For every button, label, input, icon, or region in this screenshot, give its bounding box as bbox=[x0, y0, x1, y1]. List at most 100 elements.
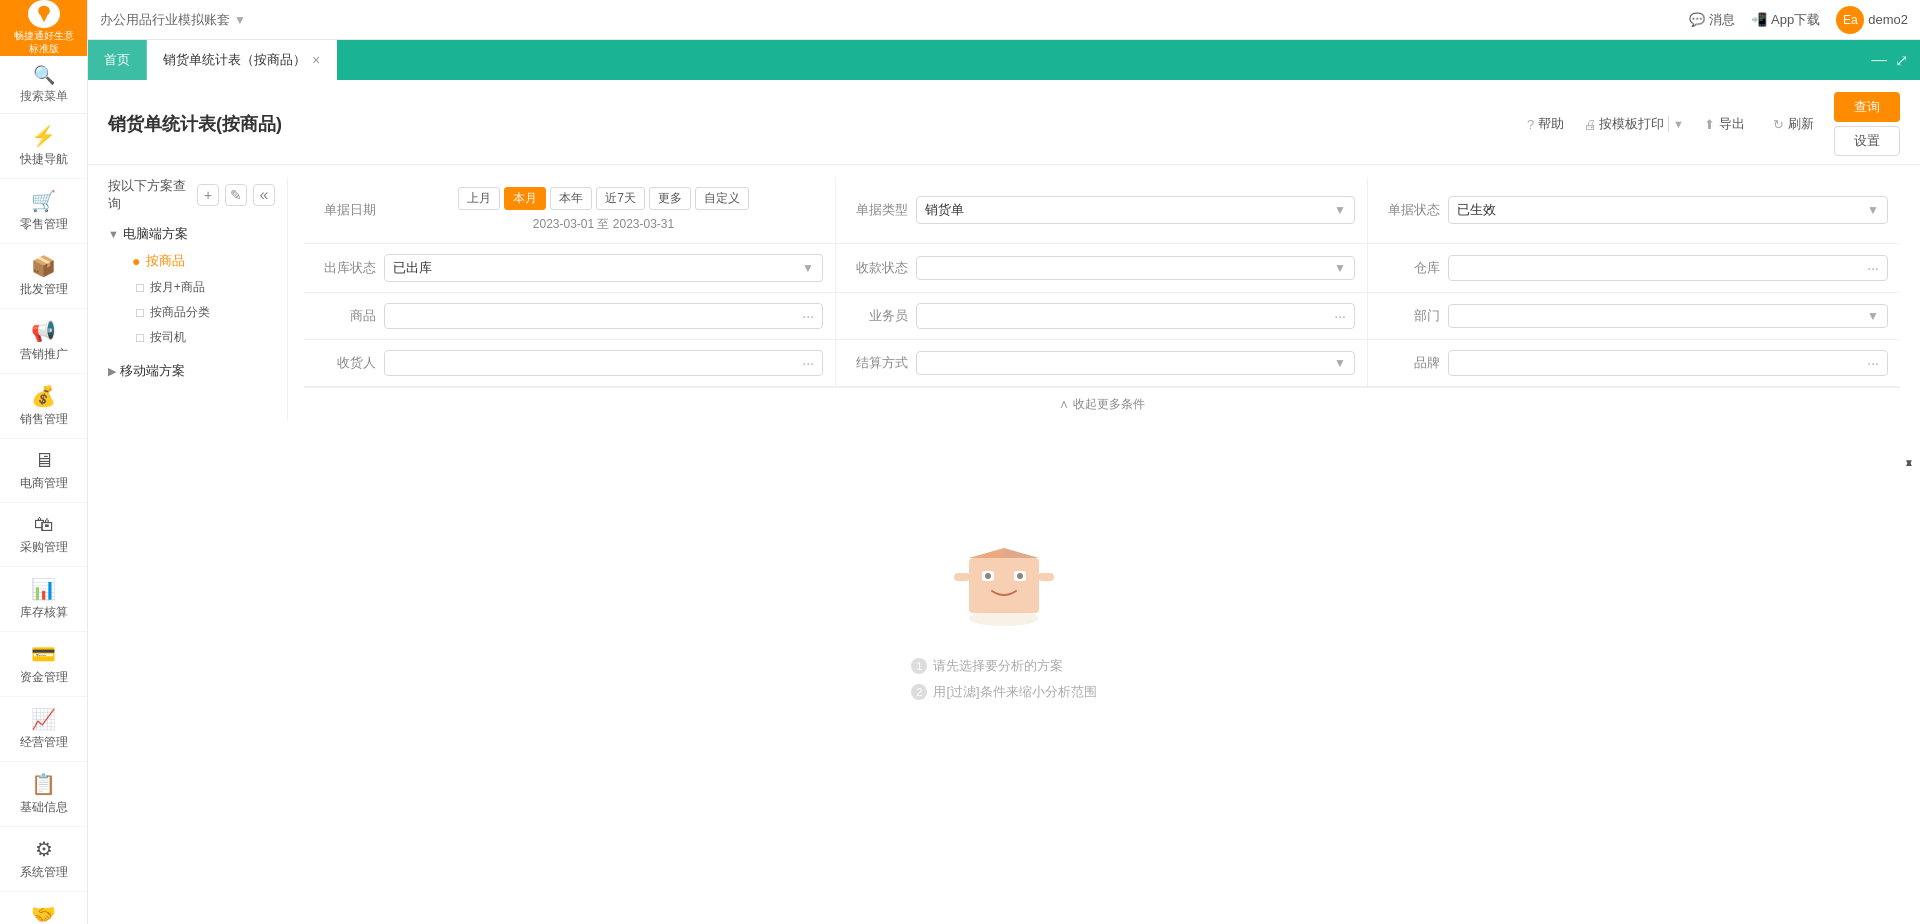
tab-minimize-icon[interactable]: — bbox=[1871, 51, 1887, 69]
scheme-sub-icon3: □ bbox=[136, 330, 144, 345]
department-select[interactable]: ▼ bbox=[1448, 304, 1888, 328]
tab-close-icon[interactable]: × bbox=[312, 52, 320, 68]
sidebar-item-wholesale[interactable]: 📦 批发管理 ▲ bbox=[0, 244, 87, 309]
marketing-icon: 📢 bbox=[31, 319, 56, 343]
tabs-bar: 首页 销货单统计表（按商品） × — ⤢ bbox=[88, 40, 1920, 80]
message-button[interactable]: 💬 消息 bbox=[1689, 11, 1735, 29]
tab-active[interactable]: 销货单统计表（按商品） × bbox=[147, 40, 337, 80]
breadcrumb-text: 办公用品行业模拟账套 bbox=[100, 11, 230, 29]
product-input[interactable]: ··· bbox=[384, 303, 823, 329]
brand-dots-icon[interactable]: ··· bbox=[1867, 355, 1879, 371]
sidebar-item-quicknav[interactable]: ⚡ 快捷导航 bbox=[0, 114, 87, 179]
filter-product-field: 商品 ··· bbox=[304, 293, 836, 339]
sidebar-item-purchase[interactable]: 🛍 采购管理 bbox=[0, 503, 87, 567]
receivestatus-select[interactable]: ▼ bbox=[916, 256, 1355, 280]
settings-button[interactable]: 设置 bbox=[1834, 126, 1900, 156]
sidebar-item-finance[interactable]: 💳 资金管理 bbox=[0, 632, 87, 697]
filter-outstatus-field: 出库状态 已出库 ▼ bbox=[304, 244, 836, 292]
date-this-month-btn[interactable]: 本月 bbox=[504, 187, 546, 210]
search-menu-item[interactable]: 🔍 搜索菜单 bbox=[0, 56, 87, 114]
app-download-label: App下载 bbox=[1771, 11, 1820, 29]
basic-label: 基础信息 bbox=[20, 799, 68, 816]
add-scheme-icon[interactable]: + bbox=[197, 184, 219, 206]
scheme-panel-title: 按以下方案查询 + ✎ « bbox=[108, 177, 275, 213]
sidebar-item-retail[interactable]: 🛒 零售管理 ▼ bbox=[0, 179, 87, 244]
mobile-scheme-header[interactable]: ▶ 移动端方案 bbox=[108, 358, 275, 384]
sidebar-item-marketing[interactable]: 📢 营销推广 bbox=[0, 309, 87, 374]
date-more-btn[interactable]: 更多 bbox=[649, 187, 691, 210]
department-arrow-icon: ▼ bbox=[1867, 309, 1879, 323]
outstatus-arrow-icon: ▼ bbox=[802, 261, 814, 275]
date-this-year-btn[interactable]: 本年 bbox=[550, 187, 592, 210]
scheme-item-label: 按商品 bbox=[146, 252, 185, 270]
scheme-item-product[interactable]: ● 按商品 bbox=[116, 247, 275, 275]
brand-input[interactable]: ··· bbox=[1448, 350, 1888, 376]
sidebar-item-inventory[interactable]: 📊 库存核算 bbox=[0, 567, 87, 632]
search-icon: 🔍 bbox=[33, 64, 55, 86]
app-download-button[interactable]: 📲 App下载 bbox=[1751, 11, 1820, 29]
settlement-label: 结算方式 bbox=[848, 354, 908, 372]
user-menu[interactable]: Ea demo2 bbox=[1836, 6, 1908, 34]
tab-maximize-icon[interactable]: ⤢ bbox=[1895, 51, 1908, 70]
svg-rect-1 bbox=[969, 558, 1039, 613]
sales-icon: 💰 bbox=[31, 384, 56, 408]
collapse-bar[interactable]: ∧ 收起更多条件 bbox=[304, 387, 1900, 421]
sidebar-item-cooperation[interactable]: 🤝 企业协同 bbox=[0, 892, 87, 924]
cooperation-icon: 🤝 bbox=[31, 902, 56, 924]
date-7days-btn[interactable]: 近7天 bbox=[596, 187, 645, 210]
page-content: 销货单统计表(按商品) ? 帮助 🖨 按模板打印 ▼ ⬆ 导出 bbox=[88, 80, 1920, 924]
scheme-icons: + ✎ « bbox=[197, 184, 275, 206]
tab-home[interactable]: 首页 bbox=[88, 40, 147, 80]
scheme-item-month-product[interactable]: □ 按月+商品 bbox=[116, 275, 275, 300]
sidebar-item-ecommerce[interactable]: 🖥 电商管理 bbox=[0, 439, 87, 503]
page-header-actions: ? 帮助 🖨 按模板打印 ▼ ⬆ 导出 ↻ 刷新 bbox=[1519, 92, 1900, 156]
query-button[interactable]: 查询 bbox=[1834, 92, 1900, 122]
finance-icon: 💳 bbox=[31, 642, 56, 666]
scheme-item-category[interactable]: □ 按商品分类 bbox=[116, 300, 275, 325]
outstatus-select[interactable]: 已出库 ▼ bbox=[384, 254, 823, 282]
export-button[interactable]: ⬆ 导出 bbox=[1696, 111, 1753, 137]
date-prev-month-btn[interactable]: 上月 bbox=[458, 187, 500, 210]
filter-warehouse-field: 仓库 ··· bbox=[1368, 244, 1900, 292]
docstatus-select[interactable]: 已生效 ▼ bbox=[1448, 196, 1888, 224]
help-button[interactable]: ? 帮助 bbox=[1519, 111, 1572, 137]
settlement-select[interactable]: ▼ bbox=[916, 351, 1355, 375]
refresh-button[interactable]: ↻ 刷新 bbox=[1765, 111, 1822, 137]
doctype-arrow-icon: ▼ bbox=[1334, 203, 1346, 217]
recipient-dots-icon[interactable]: ··· bbox=[802, 355, 814, 371]
salesperson-input[interactable]: ··· bbox=[916, 303, 1355, 329]
date-custom-btn[interactable]: 自定义 bbox=[695, 187, 749, 210]
sidebar-item-sales[interactable]: 💰 销售管理 bbox=[0, 374, 87, 439]
empty-state: 1 请先选择要分析的方案 2 用[过滤]条件来缩小分析范围 bbox=[88, 433, 1920, 785]
scheme-sub-label2: 按商品分类 bbox=[150, 304, 210, 321]
warehouse-dots-icon[interactable]: ··· bbox=[1867, 260, 1879, 276]
filter-salesperson-field: 业务员 ··· bbox=[836, 293, 1368, 339]
filter-row-4: 收货人 ··· 结算方式 ▼ bbox=[304, 340, 1900, 387]
product-dots-icon[interactable]: ··· bbox=[802, 308, 814, 324]
scheme-item-driver[interactable]: □ 按司机 bbox=[116, 325, 275, 350]
warehouse-input[interactable]: ··· bbox=[1448, 255, 1888, 281]
tip-text-2: 用[过滤]条件来缩小分析范围 bbox=[933, 679, 1096, 705]
sidebar-item-basic[interactable]: 📋 基础信息 bbox=[0, 762, 87, 827]
recipient-input[interactable]: ··· bbox=[384, 350, 823, 376]
salesperson-dots-icon[interactable]: ··· bbox=[1334, 308, 1346, 324]
quicknav-icon: ⚡ bbox=[31, 124, 56, 148]
docstatus-arrow-icon: ▼ bbox=[1867, 203, 1879, 217]
tip-text-1: 请先选择要分析的方案 bbox=[933, 653, 1063, 679]
app-logo: 畅捷通好生意 标准版 bbox=[0, 0, 88, 56]
desktop-scheme-header[interactable]: ▼ 电脑端方案 bbox=[108, 221, 275, 247]
salesperson-label: 业务员 bbox=[848, 307, 908, 325]
template-print-button[interactable]: 🖨 按模板打印 ▼ bbox=[1584, 115, 1684, 133]
print-dropdown-icon[interactable]: ▼ bbox=[1673, 118, 1684, 130]
desktop-scheme-items: ● 按商品 □ 按月+商品 □ 按商品分类 bbox=[116, 247, 275, 350]
sidebar-item-system[interactable]: ⚙ 系统管理 bbox=[0, 827, 87, 892]
sidebar-item-operations[interactable]: 📈 经营管理 bbox=[0, 697, 87, 762]
outstatus-value: 已出库 bbox=[393, 259, 432, 277]
filter-row-1: 单据日期 上月 本月 本年 近7天 更多 自定义 20 bbox=[304, 177, 1900, 244]
doctype-select[interactable]: 销货单 ▼ bbox=[916, 196, 1355, 224]
tabs-controls: — ⤢ bbox=[1859, 40, 1920, 80]
scheme-sub-label1: 按月+商品 bbox=[150, 279, 205, 296]
doctype-value: 销货单 bbox=[925, 201, 964, 219]
collapse-panel-icon[interactable]: « bbox=[253, 184, 275, 206]
edit-scheme-icon[interactable]: ✎ bbox=[225, 184, 247, 206]
